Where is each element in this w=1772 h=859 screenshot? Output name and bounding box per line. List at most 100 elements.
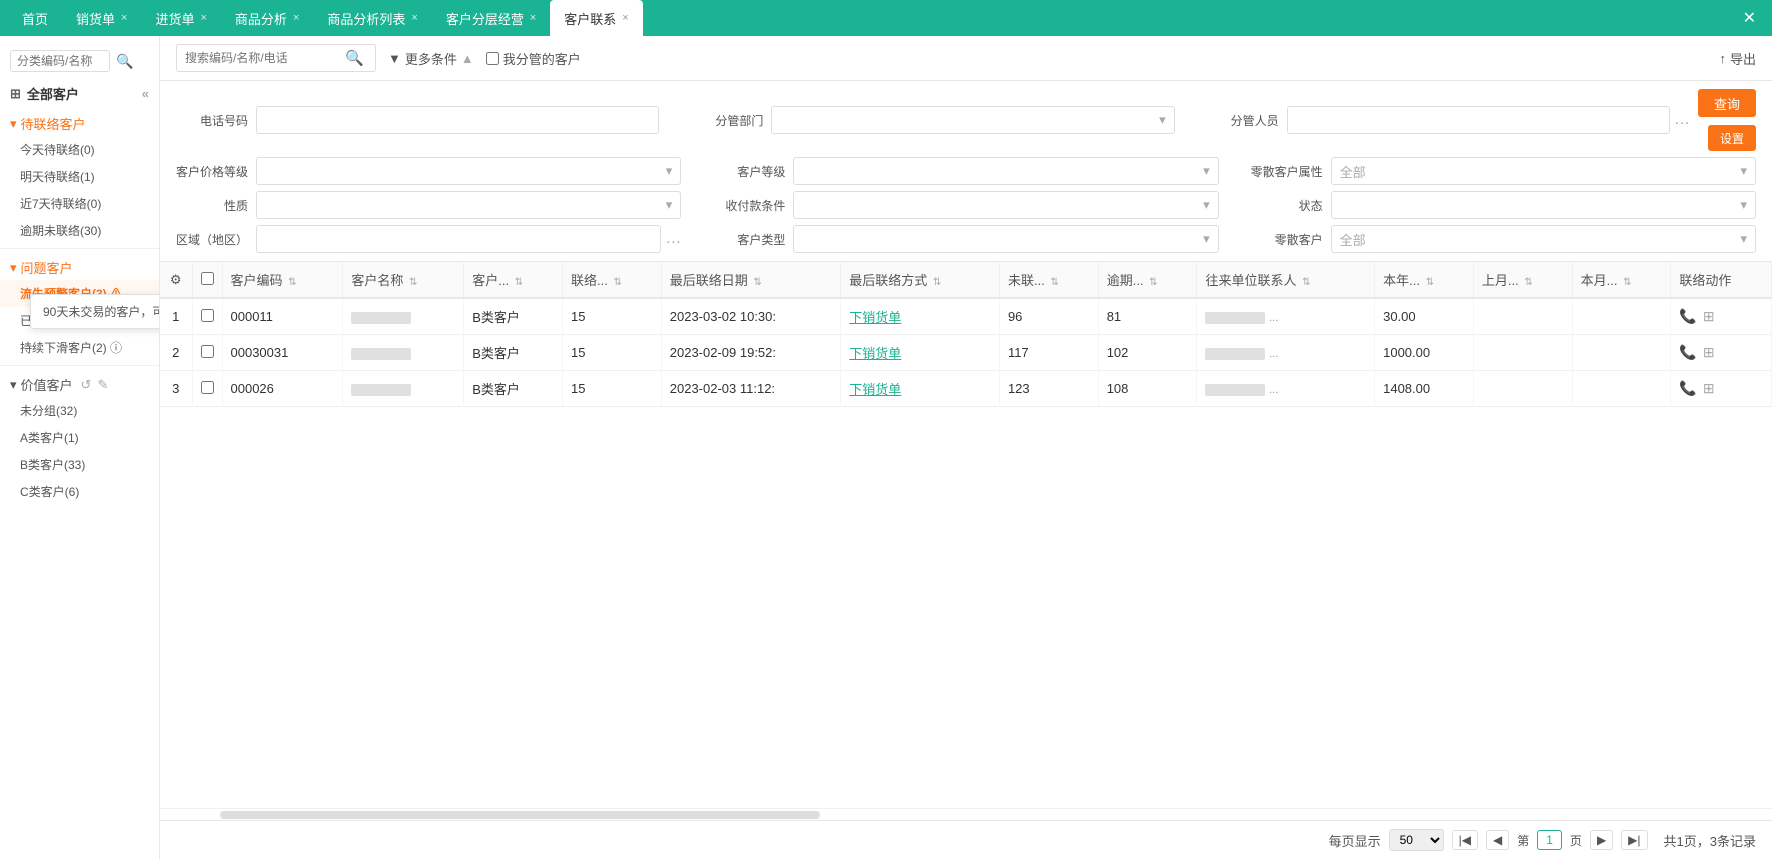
first-page-btn[interactable]: |◀ [1452, 830, 1478, 850]
customer-level-select[interactable]: ▾ [793, 157, 1218, 185]
sort-contact[interactable]: ⇅ [613, 277, 621, 288]
tab-product-analysis[interactable]: 商品分析 × [221, 0, 313, 36]
search-icon-btn[interactable]: 🔍 [345, 49, 364, 67]
row-checkbox-cell[interactable] [192, 371, 222, 407]
sort-not-contacted[interactable]: ⇅ [1050, 277, 1058, 288]
window-close-button[interactable]: ✕ [1735, 8, 1764, 28]
sort-code[interactable]: ⇅ [288, 277, 296, 288]
sidebar-group-pending[interactable]: ▾ 待联络客户 [0, 109, 159, 136]
export-btn[interactable]: ↑ 导出 [1719, 49, 1756, 68]
tab-customer-contact[interactable]: 客户联系 × [550, 0, 642, 36]
col-code[interactable]: 客户编码 ⇅ [222, 262, 343, 298]
col-this-year[interactable]: 本年... ⇅ [1375, 262, 1474, 298]
col-last-date[interactable]: 最后联络日期 ⇅ [661, 262, 840, 298]
row-last-method[interactable]: 下销货单 [841, 371, 1000, 407]
my-customers-checkbox-input[interactable] [486, 52, 499, 65]
tab-home[interactable]: 首页 [8, 0, 62, 36]
sidebar-item-ungrouped[interactable]: 未分组(32) [0, 397, 159, 424]
customer-type-select[interactable]: ▾ [793, 225, 1218, 253]
sort-contact-person[interactable]: ⇅ [1302, 277, 1310, 288]
action-more-icon[interactable]: ⊞ [1703, 308, 1715, 325]
last-method-link[interactable]: 下销货单 [849, 346, 901, 361]
sidebar-item-overdue[interactable]: 逾期未联络(30) [0, 217, 159, 244]
action-phone-icon[interactable]: 📞 [1679, 380, 1696, 397]
sort-this-year[interactable]: ⇅ [1426, 277, 1434, 288]
sort-this-month[interactable]: ⇅ [1623, 277, 1631, 288]
row-checkbox[interactable] [201, 345, 214, 358]
col-this-month[interactable]: 本月... ⇅ [1572, 262, 1671, 298]
filter-person-dots[interactable]: … [1674, 111, 1690, 129]
row-checkbox-cell[interactable] [192, 335, 222, 371]
tab-customer-tier-close[interactable]: × [530, 12, 536, 24]
region-dots[interactable]: … [665, 230, 681, 248]
sidebar-item-today[interactable]: 今天待联络(0) [0, 136, 159, 163]
tab-purchase-order[interactable]: 进货单 × [141, 0, 220, 36]
search-input[interactable] [185, 51, 345, 65]
tab-product-analysis-close[interactable]: × [293, 12, 299, 24]
person-select[interactable] [1287, 106, 1670, 134]
sidebar-item-7days[interactable]: 近7天待联络(0) [0, 190, 159, 217]
sidebar-item-class-c[interactable]: C类客户(6) [0, 478, 159, 505]
sort-type[interactable]: ⇅ [515, 277, 523, 288]
sort-last-date[interactable]: ⇅ [753, 277, 761, 288]
action-more-icon[interactable]: ⊞ [1703, 380, 1715, 397]
action-phone-icon[interactable]: 📞 [1679, 308, 1696, 325]
tab-purchase-order-close[interactable]: × [200, 12, 206, 24]
sidebar-search-input[interactable] [10, 50, 110, 72]
sidebar-item-class-b[interactable]: B类客户(33) [0, 451, 159, 478]
zero-attr-select[interactable]: 全部 ▾ [1331, 157, 1756, 185]
sidebar-all-customers[interactable]: ⊞ 全部客户 « [0, 78, 159, 109]
phone-input[interactable] [256, 106, 659, 134]
select-all-checkbox[interactable] [201, 272, 214, 285]
edit-icon[interactable]: ✎ [97, 377, 108, 393]
table-checkbox-all[interactable] [192, 262, 222, 298]
query-button[interactable]: 查询 [1698, 89, 1756, 117]
sidebar-search-icon[interactable]: 🔍 [116, 53, 133, 70]
tab-product-list-close[interactable]: × [411, 12, 417, 24]
zero-customer-select[interactable]: 全部 ▾ [1331, 225, 1756, 253]
tab-product-list[interactable]: 商品分析列表 × [313, 0, 431, 36]
price-level-select[interactable]: ▾ [256, 157, 681, 185]
sidebar-item-declining[interactable]: 持续下滑客户(2) ⓘ [0, 334, 159, 361]
row-checkbox[interactable] [201, 381, 214, 394]
settings-button[interactable]: 设置 [1708, 125, 1756, 151]
col-contact-person[interactable]: 往来单位联系人 ⇅ [1197, 262, 1375, 298]
col-contact[interactable]: 联络... ⇅ [562, 262, 661, 298]
last-page-btn[interactable]: ▶| [1621, 830, 1647, 850]
col-last-month[interactable]: 上月... ⇅ [1473, 262, 1572, 298]
last-method-link[interactable]: 下销货单 [849, 310, 901, 325]
sidebar-group-problem[interactable]: ▾ 问题客户 [0, 253, 159, 280]
col-name[interactable]: 客户名称 ⇅ [343, 262, 464, 298]
tab-customer-tier[interactable]: 客户分层经营 × [432, 0, 550, 36]
col-not-contacted[interactable]: 未联... ⇅ [999, 262, 1098, 298]
action-phone-icon[interactable]: 📞 [1679, 344, 1696, 361]
tab-customer-contact-close[interactable]: × [622, 12, 628, 24]
region-select[interactable] [256, 225, 661, 253]
my-customers-checkbox[interactable]: 我分管的客户 [486, 49, 581, 68]
sidebar-item-tomorrow[interactable]: 明天待联络(1) [0, 163, 159, 190]
sidebar-item-class-a[interactable]: A类客户(1) [0, 424, 159, 451]
refresh-icon[interactable]: ↺ [81, 377, 92, 393]
sort-name[interactable]: ⇅ [409, 277, 417, 288]
payment-select[interactable]: ▾ [793, 191, 1218, 219]
sidebar-collapse-btn[interactable]: « [142, 86, 149, 101]
sort-last-method[interactable]: ⇅ [933, 277, 941, 288]
table-settings-col[interactable]: ⚙ [160, 262, 192, 298]
row-last-method[interactable]: 下销货单 [841, 298, 1000, 335]
status-select[interactable]: ▾ [1331, 191, 1756, 219]
more-conditions-btn[interactable]: ▼ 更多条件 ▲ [388, 49, 474, 68]
sort-last-month[interactable]: ⇅ [1524, 277, 1532, 288]
sort-overdue[interactable]: ⇅ [1149, 277, 1157, 288]
col-type[interactable]: 客户... ⇅ [464, 262, 563, 298]
row-last-method[interactable]: 下销货单 [841, 335, 1000, 371]
prev-page-btn[interactable]: ◀ [1486, 830, 1509, 850]
next-page-btn[interactable]: ▶ [1590, 830, 1613, 850]
row-checkbox-cell[interactable] [192, 298, 222, 335]
row-checkbox[interactable] [201, 309, 214, 322]
last-method-link[interactable]: 下销货单 [849, 382, 901, 397]
dept-select[interactable]: ▾ [771, 106, 1174, 134]
page-size-select[interactable]: 50 100 200 [1389, 829, 1444, 851]
action-more-icon[interactable]: ⊞ [1703, 344, 1715, 361]
col-overdue[interactable]: 逾期... ⇅ [1098, 262, 1197, 298]
col-last-method[interactable]: 最后联络方式 ⇅ [841, 262, 1000, 298]
